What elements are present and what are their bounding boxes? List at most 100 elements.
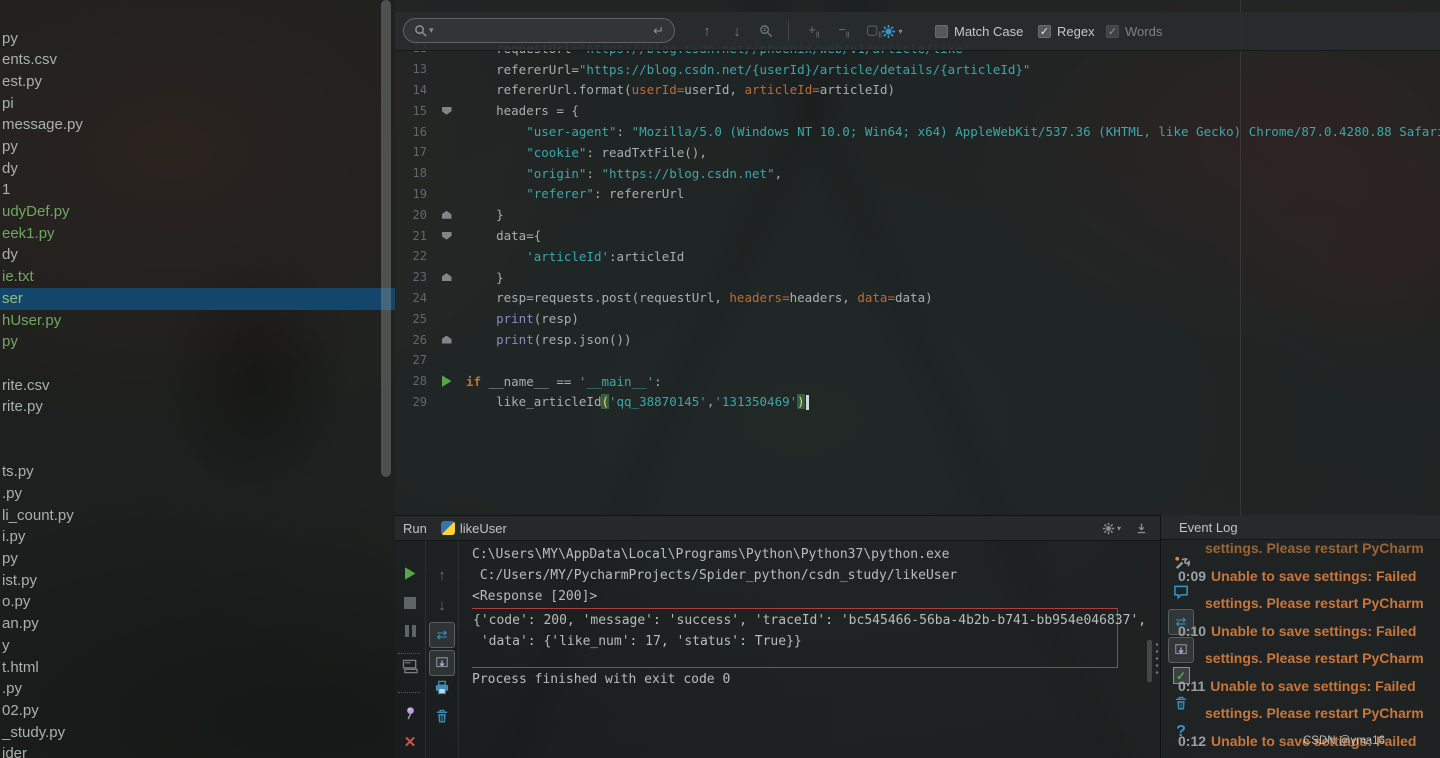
line-number[interactable]: 15	[395, 104, 427, 118]
file-item[interactable]: py	[0, 136, 395, 158]
pause-button[interactable]	[395, 625, 425, 637]
code-line[interactable]: 21 data={	[395, 225, 1440, 246]
words-checkbox[interactable]: ✓	[1106, 24, 1119, 38]
code-line[interactable]: 28 if __name__ == '__main__':	[395, 371, 1440, 392]
file-item[interactable]: eek1.py	[0, 223, 395, 245]
print-icon[interactable]	[426, 680, 458, 695]
code-line[interactable]: 14 refererUrl.format(userId=userId, arti…	[395, 80, 1440, 101]
line-number[interactable]: 22	[395, 249, 427, 263]
code-line[interactable]: 25 print(resp)	[395, 308, 1440, 329]
line-number[interactable]: 28	[395, 374, 427, 388]
code-line[interactable]: 13 refererUrl="https://blog.csdn.net/{us…	[395, 59, 1440, 80]
file-item[interactable]: py	[0, 548, 395, 570]
fold-open-icon[interactable]	[427, 106, 466, 115]
file-item[interactable]: o.py	[0, 591, 395, 613]
code-line[interactable]: 20 }	[395, 204, 1440, 225]
words-option[interactable]: ✓ Words	[1106, 18, 1162, 44]
run-line-icon[interactable]	[427, 375, 466, 388]
project-tree-scrollbar[interactable]	[381, 0, 391, 477]
line-number[interactable]: 24	[395, 291, 427, 305]
file-item[interactable]: message.py	[0, 114, 395, 136]
pin-icon[interactable]	[395, 705, 425, 721]
show-console-icon[interactable]	[395, 659, 425, 674]
fold-open-icon[interactable]	[427, 231, 466, 240]
stop-button[interactable]	[395, 597, 425, 609]
code-line[interactable]: 24 resp=requests.post(requestUrl, header…	[395, 288, 1440, 309]
line-number[interactable]: 20	[395, 208, 427, 222]
scroll-down-toggle[interactable]	[426, 650, 458, 676]
file-item[interactable]: ents.csv	[0, 49, 395, 71]
file-item[interactable]: t.html	[0, 657, 395, 679]
file-item[interactable]: i.py	[0, 526, 395, 548]
console-output[interactable]: C:\Users\MY\AppData\Local\Programs\Pytho…	[472, 540, 1154, 758]
match-case-checkbox[interactable]	[935, 24, 948, 38]
file-item[interactable]: ist.py	[0, 570, 395, 592]
file-item[interactable]: dy	[0, 244, 395, 266]
console-scrollbar[interactable]	[1147, 640, 1152, 682]
file-item[interactable]: hUser.py	[0, 310, 395, 332]
fold-end-icon[interactable]	[427, 210, 466, 219]
code-line[interactable]: 27	[395, 350, 1440, 371]
line-number[interactable]: 27	[395, 353, 427, 367]
regex-checkbox[interactable]: ✓	[1038, 24, 1051, 38]
clear-all-trash-icon[interactable]	[426, 708, 458, 724]
file-item[interactable]: udyDef.py	[0, 201, 395, 223]
event-log-header[interactable]: Event Log	[1161, 515, 1440, 540]
code-line[interactable]: 23 }	[395, 267, 1440, 288]
down-stack-trace-button[interactable]: ↓	[426, 597, 458, 614]
line-number[interactable]: 25	[395, 312, 427, 326]
file-item[interactable]: an.py	[0, 613, 395, 635]
fold-end-icon[interactable]	[427, 273, 466, 282]
search-history-chevron-icon[interactable]: ▾	[429, 25, 434, 36]
run-settings-gear-icon[interactable]: ▾	[1102, 522, 1121, 535]
line-number[interactable]: 16	[395, 125, 427, 139]
scroll-to-end-icon[interactable]	[1135, 522, 1148, 535]
up-stack-trace-button[interactable]: ↑	[426, 567, 458, 584]
code-area[interactable]: 12 requestUrl="https://blog.csdn.net//ph…	[395, 38, 1440, 412]
file-item[interactable]: .py	[0, 483, 395, 505]
file-item[interactable]: .py	[0, 678, 395, 700]
run-config-name[interactable]: likeUser	[460, 521, 507, 536]
line-number[interactable]: 29	[395, 395, 427, 409]
code-line[interactable]: 19 "referer": refererUrl	[395, 184, 1440, 205]
file-item[interactable]: ie.txt	[0, 266, 395, 288]
line-number[interactable]: 14	[395, 83, 427, 97]
add-selection-button[interactable]: +ll	[801, 18, 827, 44]
match-case-option[interactable]: Match Case	[935, 18, 1023, 44]
line-number[interactable]: 18	[395, 166, 427, 180]
file-item[interactable]: rite.csv	[0, 375, 395, 397]
rerun-button[interactable]	[395, 567, 425, 580]
file-item[interactable]: ser	[0, 287, 395, 310]
editor-panel[interactable]: 12 requestUrl="https://blog.csdn.net//ph…	[395, 0, 1440, 515]
code-line[interactable]: 22 'articleId':articleId	[395, 246, 1440, 267]
code-line[interactable]: 17 "cookie": readTxtFile(),	[395, 142, 1440, 163]
find-all-icon[interactable]	[753, 18, 779, 44]
line-number[interactable]: 23	[395, 270, 427, 284]
line-number[interactable]: 13	[395, 62, 427, 76]
run-tab-label[interactable]: Run	[403, 521, 427, 536]
file-item[interactable]: _study.py	[0, 722, 395, 744]
splitter-grip[interactable]	[1155, 641, 1159, 675]
file-item[interactable]: li_count.py	[0, 505, 395, 527]
code-line[interactable]: 18 "origin": "https://blog.csdn.net",	[395, 163, 1440, 184]
file-item[interactable]: est.py	[0, 71, 395, 93]
file-item[interactable]: py	[0, 331, 395, 353]
previous-occurrence-button[interactable]: ↑	[695, 18, 719, 44]
file-item[interactable]: py	[0, 28, 395, 50]
search-settings-gear-icon[interactable]: ▾	[877, 18, 907, 44]
file-item[interactable]: dy	[0, 158, 395, 180]
remove-selection-button[interactable]: −ll	[831, 18, 857, 44]
soft-wrap-toggle[interactable]: ⇄	[426, 622, 458, 648]
regex-option[interactable]: ✓ Regex	[1038, 18, 1095, 44]
code-line[interactable]: 16 "user-agent": "Mozilla/5.0 (Windows N…	[395, 121, 1440, 142]
next-occurrence-button[interactable]: ↓	[725, 18, 749, 44]
line-number[interactable]: 21	[395, 229, 427, 243]
file-item[interactable]: 02.py	[0, 700, 395, 722]
file-item[interactable]: ider	[0, 743, 395, 758]
file-item[interactable]: 1	[0, 179, 395, 201]
line-number[interactable]: 19	[395, 187, 427, 201]
code-line[interactable]: 15 headers = {	[395, 100, 1440, 121]
code-line[interactable]: 29 like_articleId('qq_38870145','1313504…	[395, 392, 1440, 413]
fold-end-icon[interactable]	[427, 335, 466, 344]
file-item[interactable]: y	[0, 635, 395, 657]
